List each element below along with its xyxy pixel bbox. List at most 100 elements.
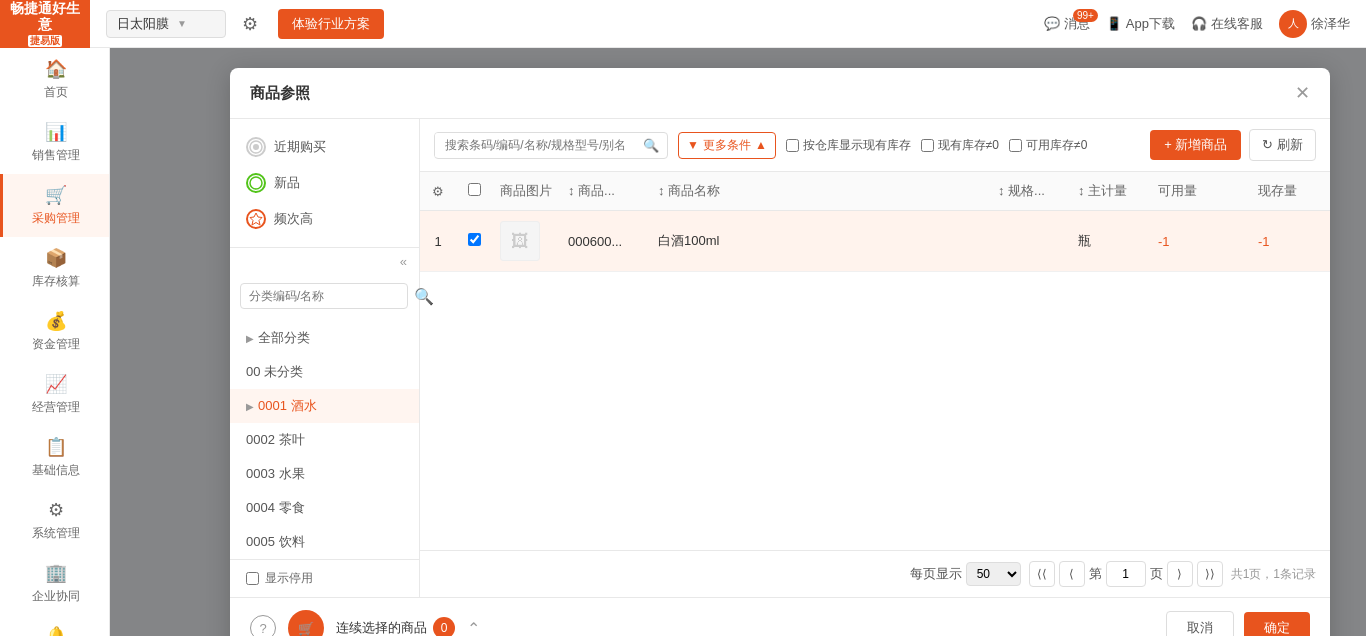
inventory-icon: 📦 [45,247,67,269]
product-search-icon[interactable]: 🔍 [635,133,667,158]
row-select-input[interactable] [468,233,481,246]
page-input[interactable] [1106,561,1146,587]
confirm-button[interactable]: 确定 [1244,612,1310,636]
filter-icon: ▼ [687,138,699,152]
online-service-item[interactable]: 🎧 在线客服 [1191,15,1263,33]
category-search-input[interactable] [240,283,408,309]
row-stock: -1 [1250,211,1330,272]
sidebar-label-inventory: 库存核算 [32,273,80,290]
nav-item-new[interactable]: 新品 [230,165,419,201]
new-icon [246,173,266,193]
next-page-button[interactable]: ⟩ [1167,561,1193,587]
sidebar-item-finance[interactable]: 💰 资金管理 [0,300,109,363]
category-label-0004: 0004 零食 [246,499,305,517]
col-header-settings[interactable]: ⚙ [420,172,456,211]
sidebar-item-purchase[interactable]: 🛒 采购管理 [0,174,109,237]
home-icon: 🏠 [45,58,67,80]
footer-collapse-icon[interactable]: ⌃ [467,619,480,637]
category-item-0003[interactable]: 0003 水果 [230,457,419,491]
sidebar-item-system[interactable]: ⚙ 系统管理 [0,489,109,552]
sidebar-item-inventory[interactable]: 📦 库存核算 [0,237,109,300]
show-disabled-checkbox[interactable]: 显示停用 [246,570,403,587]
row-avail: -1 [1150,211,1250,272]
store-selector[interactable]: 日太阳膜 ▼ [106,10,226,38]
cart-icon: 🛒 [298,621,314,636]
sidebar-item-home[interactable]: 🏠 首页 [0,48,109,111]
left-nav: 近期购买 新品 [230,119,419,248]
first-page-button[interactable]: ⟨⟨ [1029,561,1055,587]
warehouse-stock-input[interactable] [786,139,799,152]
product-search-row: 🔍 [434,132,668,159]
nav-label-new: 新品 [274,174,300,192]
category-item-0001[interactable]: ▶ 0001 酒水 [230,389,419,423]
col-header-check[interactable] [456,172,492,211]
nav-item-freq[interactable]: 频次高 [230,201,419,237]
nonzero-stock-input[interactable] [921,139,934,152]
help-button[interactable]: ? [250,615,276,636]
cancel-button[interactable]: 取消 [1166,611,1234,636]
app-download-item[interactable]: 📱 App下载 [1106,15,1175,33]
filter-label: 更多条件 [703,137,751,154]
available-nonzero-label: 可用库存≠0 [1026,137,1087,154]
last-page-button[interactable]: ⟩⟩ [1197,561,1223,587]
settings-icon[interactable]: ⚙ [234,8,266,40]
show-disabled-label: 显示停用 [265,570,313,587]
nav-label-freq: 频次高 [274,210,313,228]
messages-badge: 99+ [1073,9,1098,22]
table-row[interactable]: 1 🖼 [420,211,1330,272]
experience-button[interactable]: 体验行业方案 [278,9,384,39]
product-table: ⚙ 商品图片 [420,172,1330,272]
show-disabled-input[interactable] [246,572,259,585]
continuous-select-row[interactable]: 连续选择的商品 0 [336,617,455,636]
modal-title: 商品参照 [250,84,310,103]
add-product-button[interactable]: + 新增商品 [1150,130,1241,160]
sidebar-item-operations[interactable]: 📈 经营管理 [0,363,109,426]
avatar-initials: 人 [1288,16,1299,31]
nonzero-stock-checkbox[interactable]: 现有库存≠0 [921,137,999,154]
sidebar-item-sales[interactable]: 📊 销售管理 [0,111,109,174]
user-avatar-item[interactable]: 人 徐泽华 [1279,10,1350,38]
warehouse-stock-checkbox[interactable]: 按仓库显示现有库存 [786,137,911,154]
app-logo: 畅捷通好生意 捷易版 [0,0,90,48]
collapse-left-button[interactable]: « [230,248,419,275]
prev-page-button[interactable]: ⟨ [1059,561,1085,587]
sidebar-label-operations: 经营管理 [32,399,80,416]
right-panel: 🔍 ▼ 更多条件 ▲ 按仓库显示现有库存 [420,119,1330,597]
modal-close-button[interactable]: ✕ [1295,82,1310,104]
filter-button[interactable]: ▼ 更多条件 ▲ [678,132,776,159]
category-label-0002: 0002 茶叶 [246,431,305,449]
product-search-input[interactable] [435,133,635,157]
select-all-checkbox[interactable] [468,183,481,196]
col-header-name[interactable]: ↕ 商品名称 [650,172,990,211]
category-item-all[interactable]: ▶ 全部分类 [230,321,419,355]
cart-button[interactable]: 🛒 [288,610,324,636]
footer-left: ? 🛒 连续选择的商品 0 ⌃ [250,610,480,636]
left-panel: 近期购买 新品 [230,119,420,597]
category-item-0005[interactable]: 0005 饮料 [230,525,419,559]
category-item-0002[interactable]: 0002 茶叶 [230,423,419,457]
row-checkbox[interactable] [456,211,492,272]
col-header-spec[interactable]: ↕ 规格... [990,172,1070,211]
refresh-button[interactable]: ↻ 刷新 [1249,129,1316,161]
category-label-0005: 0005 饮料 [246,533,305,551]
sidebar-item-guide[interactable]: 🔔 新手引导 [0,615,109,636]
enterprise-icon: 🏢 [45,562,67,584]
col-header-unit[interactable]: ↕ 主计量 [1070,172,1150,211]
available-nonzero-input[interactable] [1009,139,1022,152]
category-item-00[interactable]: 00 未分类 [230,355,419,389]
sidebar-item-enterprise[interactable]: 🏢 企业协同 [0,552,109,615]
messages-item[interactable]: 💬 消息 99+ [1044,15,1090,33]
selected-count-badge: 0 [433,617,455,636]
toolbar-right: + 新增商品 ↻ 刷新 [1150,129,1316,161]
nav-item-recent[interactable]: 近期购买 [230,129,419,165]
username: 徐泽华 [1311,15,1350,33]
svg-marker-3 [250,213,262,225]
category-item-0004[interactable]: 0004 零食 [230,491,419,525]
sidebar-label-enterprise: 企业协同 [32,588,80,605]
logo-sub: 捷易版 [28,35,62,47]
sidebar-item-basic-info[interactable]: 📋 基础信息 [0,426,109,489]
per-page-select[interactable]: 10 20 50 100 [966,562,1021,586]
col-header-code[interactable]: ↕ 商品... [560,172,650,211]
available-nonzero-checkbox[interactable]: 可用库存≠0 [1009,137,1087,154]
sidebar-label-finance: 资金管理 [32,336,80,353]
